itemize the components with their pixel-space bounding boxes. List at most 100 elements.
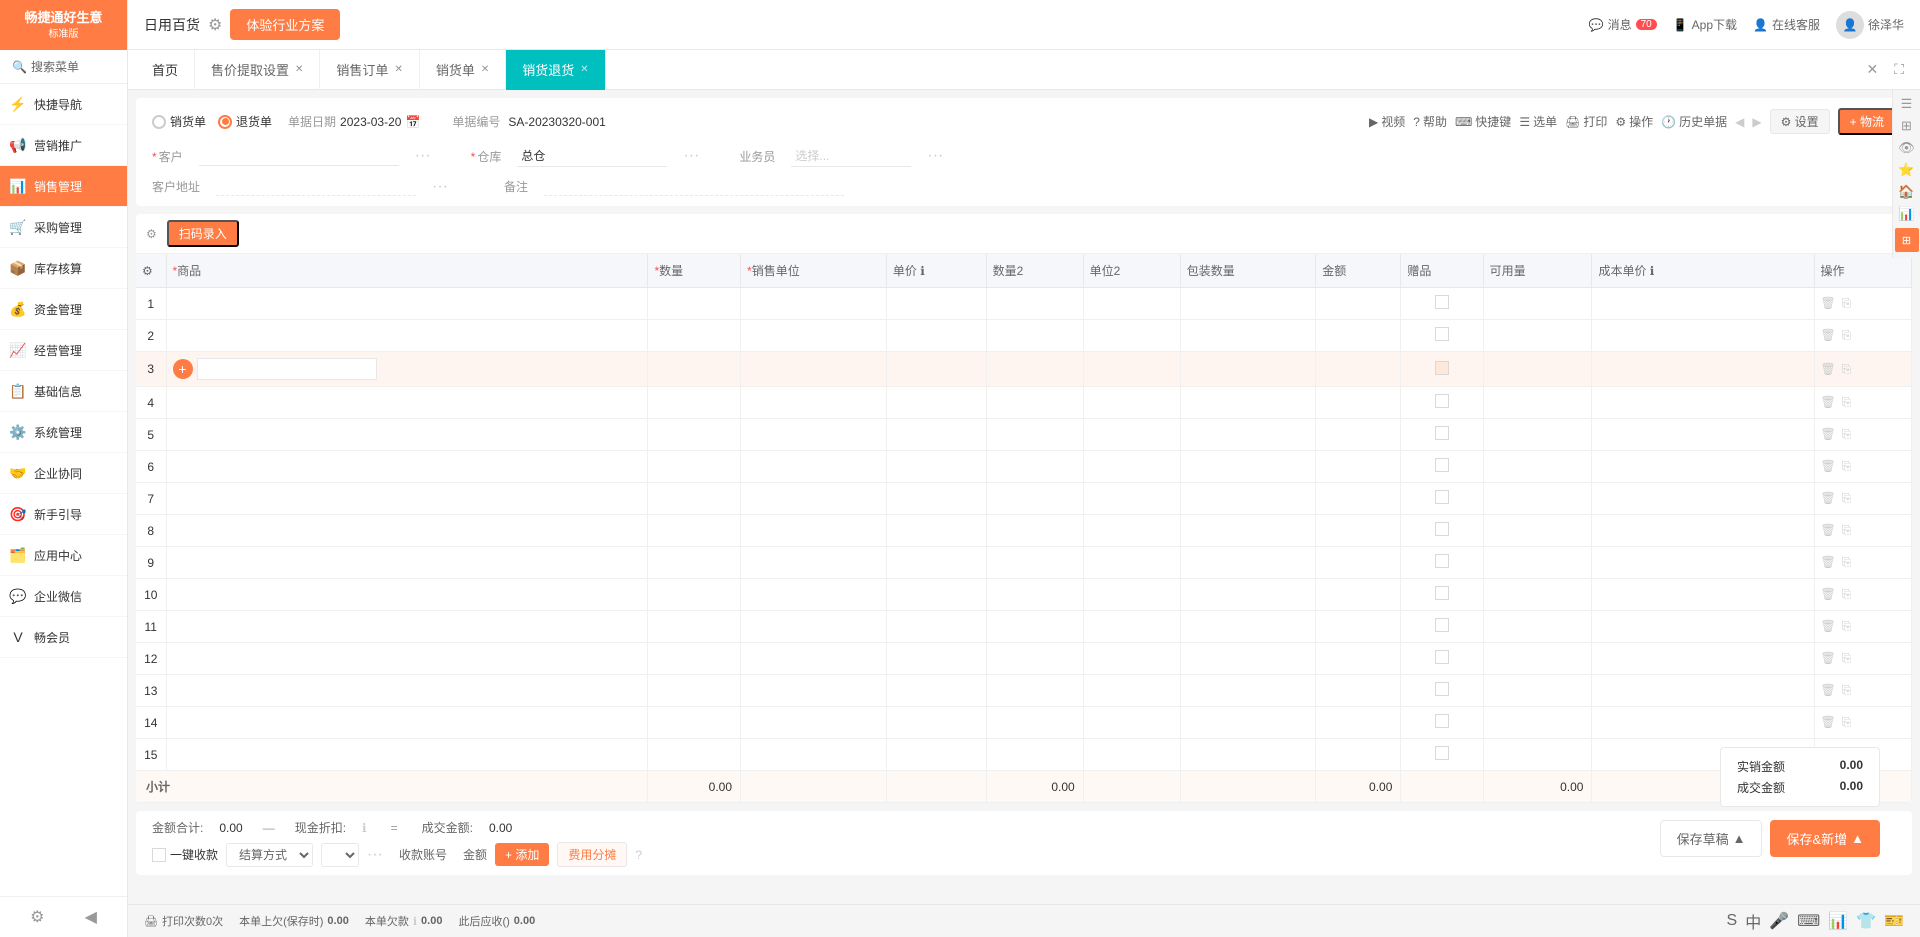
sidebar-item-inventory[interactable]: 📦 库存核算 <box>0 248 127 289</box>
one-key-checkbox[interactable] <box>152 848 166 862</box>
unit-cell-11[interactable] <box>741 611 887 643</box>
qty-cell-6[interactable] <box>648 451 741 483</box>
price-cell-1[interactable] <box>886 288 986 320</box>
delete-icon-8[interactable]: 🗑 <box>1821 523 1836 538</box>
price-cell-7[interactable] <box>886 483 986 515</box>
online-service-btn[interactable]: 👤 在线客服 <box>1753 16 1820 33</box>
qty-cell-5[interactable] <box>648 419 741 451</box>
copy-icon-1[interactable]: ⎘ <box>1842 296 1852 311</box>
goods-cell-13[interactable] <box>166 675 648 707</box>
cost-price-cell-1[interactable] <box>1592 288 1814 320</box>
qty2-cell-1[interactable] <box>986 288 1083 320</box>
unit-cell-7[interactable] <box>741 483 887 515</box>
right-icon3[interactable]: 👁 <box>1898 140 1915 156</box>
warehouse-dots[interactable]: ··· <box>683 147 699 165</box>
sidebar-item-basic[interactable]: 📋 基础信息 <box>0 371 127 412</box>
tab-close-price[interactable]: ✕ <box>295 64 303 75</box>
gift-cell-11[interactable] <box>1401 611 1483 643</box>
sidebar-item-shortcut[interactable]: ⚡ 快捷导航 <box>0 84 127 125</box>
qty-cell-11[interactable] <box>648 611 741 643</box>
copy-icon-13[interactable]: ⎘ <box>1842 683 1852 698</box>
pack-qty-cell-8[interactable] <box>1180 515 1316 547</box>
copy-icon-6[interactable]: ⎘ <box>1842 459 1852 474</box>
unit2-cell-5[interactable] <box>1083 419 1180 451</box>
right-icon4[interactable]: ⭐ <box>1898 162 1914 178</box>
save-new-btn[interactable]: 保存&新增 ▲ <box>1770 820 1880 857</box>
sidebar-item-member[interactable]: V 畅会员 <box>0 617 127 658</box>
pack-qty-cell-12[interactable] <box>1180 643 1316 675</box>
cost-price-cell-5[interactable] <box>1592 419 1814 451</box>
qty-cell-4[interactable] <box>648 387 741 419</box>
right-icon1[interactable]: ☰ <box>1901 96 1913 112</box>
amount-cell-8[interactable] <box>1316 515 1401 547</box>
experience-btn[interactable]: 体验行业方案 <box>230 9 340 40</box>
gift-cell-3[interactable] <box>1401 352 1483 387</box>
calc-method-select[interactable]: 结算方式 <box>226 843 313 867</box>
unit2-cell-2[interactable] <box>1083 320 1180 352</box>
available-cell-9[interactable] <box>1483 547 1592 579</box>
qty-cell-14[interactable] <box>648 707 741 739</box>
qty2-cell-14[interactable] <box>986 707 1083 739</box>
delete-icon-5[interactable]: 🗑 <box>1821 427 1836 442</box>
amount-cell-5[interactable] <box>1316 419 1401 451</box>
radio-return[interactable]: 退货单 <box>218 113 272 130</box>
cost-price-cell-4[interactable] <box>1592 387 1814 419</box>
gift-checkbox-3[interactable] <box>1435 361 1449 375</box>
sidebar-item-purchase[interactable]: 🛒 采购管理 <box>0 207 127 248</box>
qty2-cell-7[interactable] <box>986 483 1083 515</box>
pack-qty-cell-5[interactable] <box>1180 419 1316 451</box>
shortcut-btn[interactable]: ⌨ 快捷键 <box>1455 113 1511 130</box>
qty2-cell-11[interactable] <box>986 611 1083 643</box>
gift-checkbox-6[interactable] <box>1435 458 1449 472</box>
unit-cell-3[interactable] <box>741 352 887 387</box>
unit2-cell-15[interactable] <box>1083 739 1180 771</box>
account-select[interactable] <box>321 843 359 867</box>
price-cell-10[interactable] <box>886 579 986 611</box>
customer-input[interactable] <box>199 147 399 166</box>
pack-qty-cell-2[interactable] <box>1180 320 1316 352</box>
right-icon6[interactable]: 📊 <box>1898 206 1914 222</box>
unit-cell-14[interactable] <box>741 707 887 739</box>
goods-cell-4[interactable] <box>166 387 648 419</box>
qty-cell-7[interactable] <box>648 483 741 515</box>
unit-cell-12[interactable] <box>741 643 887 675</box>
goods-cell-12[interactable] <box>166 643 648 675</box>
help-btn[interactable]: ? 帮助 <box>1413 113 1447 130</box>
calendar-icon[interactable]: 📅 <box>405 115 420 129</box>
copy-icon-8[interactable]: ⎘ <box>1842 523 1852 538</box>
gift-checkbox-4[interactable] <box>1435 394 1449 408</box>
goods-cell-14[interactable] <box>166 707 648 739</box>
pack-qty-cell-10[interactable] <box>1180 579 1316 611</box>
tab-home[interactable]: 首页 <box>136 50 195 90</box>
pack-qty-cell-6[interactable] <box>1180 451 1316 483</box>
unit-cell-1[interactable] <box>741 288 887 320</box>
history-btn[interactable]: 🕐 历史单据 <box>1661 113 1727 130</box>
save-draft-btn[interactable]: 保存草稿 ▲ <box>1660 820 1763 857</box>
gift-checkbox-10[interactable] <box>1435 586 1449 600</box>
available-cell-5[interactable] <box>1483 419 1592 451</box>
available-cell-13[interactable] <box>1483 675 1592 707</box>
qty2-cell-3[interactable] <box>986 352 1083 387</box>
unit2-cell-1[interactable] <box>1083 288 1180 320</box>
unit-cell-8[interactable] <box>741 515 887 547</box>
available-cell-3[interactable] <box>1483 352 1592 387</box>
delete-icon-4[interactable]: 🗑 <box>1821 395 1836 410</box>
address-input[interactable] <box>216 177 416 196</box>
amount-cell-9[interactable] <box>1316 547 1401 579</box>
app-download-btn[interactable]: 📱 App下载 <box>1673 16 1737 33</box>
price-cell-12[interactable] <box>886 643 986 675</box>
gift-cell-7[interactable] <box>1401 483 1483 515</box>
pack-qty-cell-3[interactable] <box>1180 352 1316 387</box>
amount-cell-4[interactable] <box>1316 387 1401 419</box>
add-payment-btn[interactable]: + 添加 <box>495 843 549 866</box>
gift-checkbox-13[interactable] <box>1435 682 1449 696</box>
gift-cell-14[interactable] <box>1401 707 1483 739</box>
delete-icon-13[interactable]: 🗑 <box>1821 683 1836 698</box>
goods-cell-8[interactable] <box>166 515 648 547</box>
sidebar-item-finance[interactable]: 💰 资金管理 <box>0 289 127 330</box>
copy-icon-3[interactable]: ⎘ <box>1842 362 1852 377</box>
gift-cell-10[interactable] <box>1401 579 1483 611</box>
unit2-cell-13[interactable] <box>1083 675 1180 707</box>
one-key-payment[interactable]: 一键收款 <box>152 846 218 863</box>
qty-cell-10[interactable] <box>648 579 741 611</box>
